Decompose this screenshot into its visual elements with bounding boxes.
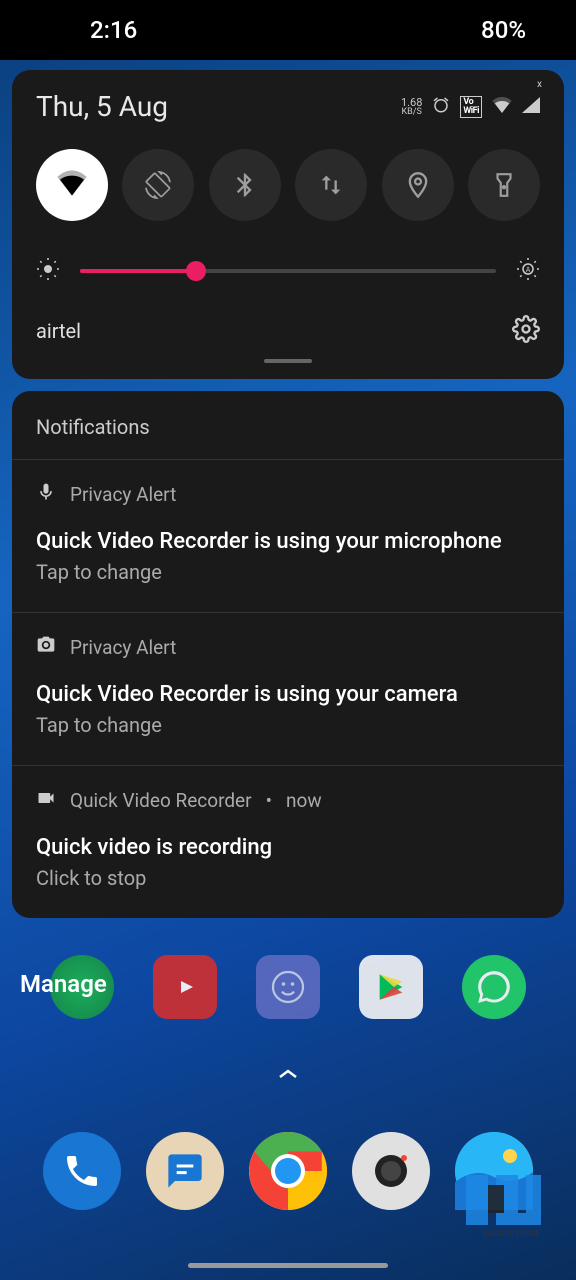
alarm-icon <box>432 96 450 118</box>
bluetooth-icon <box>231 171 259 199</box>
gear-icon <box>512 315 540 343</box>
dock-icon-chrome[interactable] <box>249 1132 327 1210</box>
notification-subtitle: Tap to change <box>36 560 540 584</box>
microphone-icon <box>36 482 56 507</box>
status-bar: 2:16 80% <box>0 0 576 60</box>
app-icon-whatsapp[interactable] <box>462 955 526 1019</box>
settings-button[interactable] <box>512 315 540 347</box>
location-icon <box>404 171 432 199</box>
data-rate-indicator: 1.68 KB/S <box>401 97 422 117</box>
brightness-auto-icon[interactable]: A <box>516 257 540 285</box>
quick-settings-panel: Thu, 5 Aug 1.68 KB/S VoWiFi x <box>12 70 564 379</box>
camera-icon <box>36 635 56 660</box>
qs-status-icons: 1.68 KB/S VoWiFi x <box>401 96 540 118</box>
notification-subtitle: Click to stop <box>36 866 540 890</box>
app-icon-playstore[interactable] <box>359 955 423 1019</box>
dock-icon-camera[interactable] <box>352 1132 430 1210</box>
dock-icon-messages[interactable] <box>146 1132 224 1210</box>
auto-rotate-icon <box>144 171 172 199</box>
mobile-data-icon <box>317 171 345 199</box>
notification-app-name: Privacy Alert <box>70 636 176 659</box>
home-indicator[interactable] <box>188 1263 388 1268</box>
flashlight-icon <box>491 172 517 198</box>
brightness-thumb[interactable] <box>186 261 206 281</box>
app-icon-youtube[interactable] <box>153 955 217 1019</box>
carrier-label: airtel <box>36 319 81 343</box>
svg-text:A: A <box>526 266 531 274</box>
shade-drag-handle[interactable] <box>264 359 312 363</box>
manage-notifications-button[interactable]: Manage <box>20 970 107 998</box>
clock-time: 2:16 <box>90 16 137 44</box>
notification-app-name: Privacy Alert <box>70 483 176 506</box>
notifications-header: Notifications <box>12 391 564 460</box>
svg-text:GADGETS TO USE: GADGETS TO USE <box>483 1230 540 1238</box>
cell-signal-icon: x <box>522 97 540 117</box>
qs-tile-flashlight[interactable] <box>468 149 540 221</box>
notification-title: Quick Video Recorder is using your camer… <box>36 682 540 707</box>
notification-item[interactable]: Quick Video Recorder • now Quick video i… <box>12 766 564 918</box>
brightness-slider[interactable] <box>80 269 496 273</box>
qs-tile-wifi[interactable] <box>36 149 108 221</box>
notification-subtitle: Tap to change <box>36 713 540 737</box>
notification-title: Quick video is recording <box>36 835 540 860</box>
notifications-panel: Notifications Privacy Alert Quick Video … <box>12 391 564 918</box>
notification-app-name: Quick Video Recorder <box>70 789 252 812</box>
notification-item[interactable]: Privacy Alert Quick Video Recorder is us… <box>12 460 564 613</box>
notification-item[interactable]: Privacy Alert Quick Video Recorder is us… <box>12 613 564 766</box>
qs-tile-auto-rotate[interactable] <box>122 149 194 221</box>
vowifi-icon: VoWiFi <box>460 96 482 118</box>
qs-date[interactable]: Thu, 5 Aug <box>36 90 168 123</box>
wifi-icon <box>56 169 88 201</box>
qs-tile-location[interactable] <box>382 149 454 221</box>
app-icon-face[interactable] <box>256 955 320 1019</box>
videocam-icon <box>36 788 56 813</box>
wifi-signal-icon <box>492 97 512 117</box>
notification-time: now <box>286 789 322 812</box>
app-drawer-handle[interactable] <box>276 1062 300 1086</box>
qs-tile-mobile-data[interactable] <box>295 149 367 221</box>
battery-percent: 80% <box>481 16 526 44</box>
brightness-low-icon <box>36 257 60 285</box>
qs-tile-bluetooth[interactable] <box>209 149 281 221</box>
dock-icon-phone[interactable] <box>43 1132 121 1210</box>
notification-title: Quick Video Recorder is using your micro… <box>36 529 540 554</box>
watermark-logo: GADGETS TO USE <box>456 1170 566 1240</box>
